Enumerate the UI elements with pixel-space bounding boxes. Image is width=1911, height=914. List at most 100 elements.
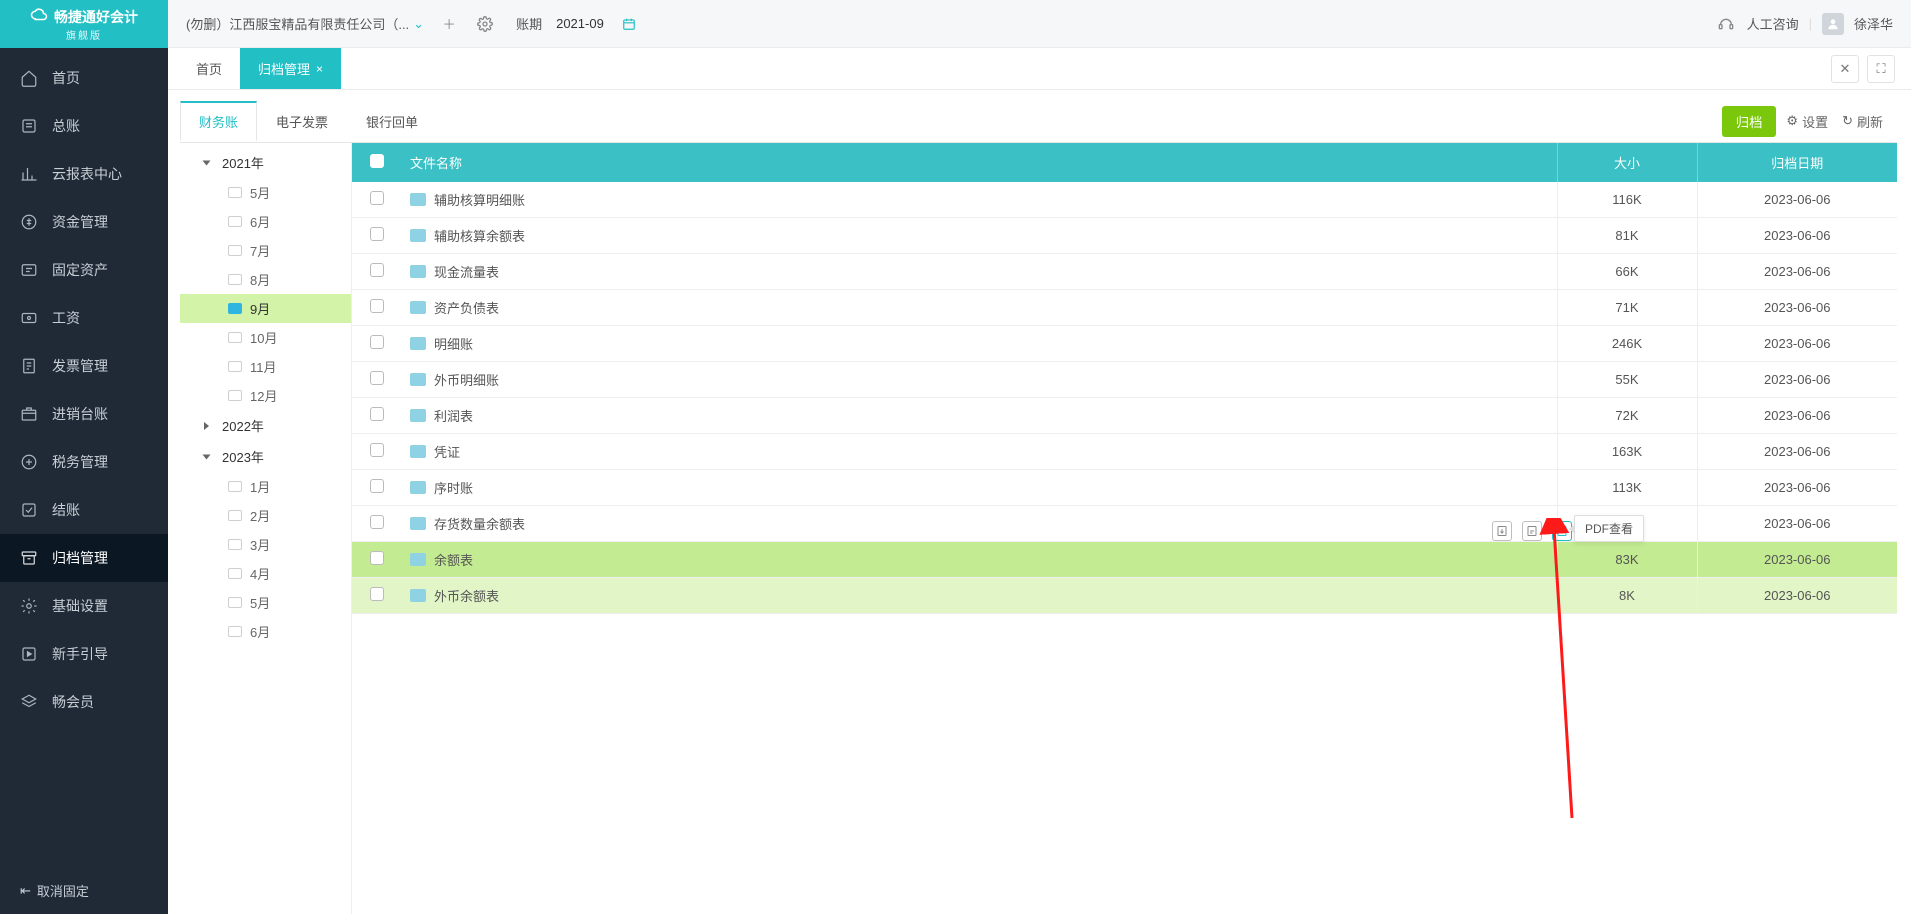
row-checkbox[interactable] — [370, 227, 384, 241]
file-icon — [410, 589, 426, 602]
row-checkbox[interactable] — [370, 299, 384, 313]
tree-month[interactable]: 2月 — [180, 501, 351, 530]
tree-month[interactable]: 9月 — [180, 294, 351, 323]
table-row[interactable]: 外币余额表 8K 2023-06-06 — [352, 578, 1897, 614]
calendar-icon[interactable] — [618, 13, 640, 35]
tree-month[interactable]: 5月 — [180, 178, 351, 207]
table-row[interactable]: 外币明细账 55K 2023-06-06 — [352, 362, 1897, 398]
row-checkbox[interactable] — [370, 371, 384, 385]
file-name: 外币明细账 — [434, 370, 499, 389]
row-checkbox[interactable] — [370, 443, 384, 457]
close-tab-button[interactable]: ✕ — [1831, 55, 1859, 83]
sidebar-item-2[interactable]: 云报表中心 — [0, 150, 168, 198]
close-icon[interactable]: × — [316, 62, 323, 76]
sidebar-item-label: 资金管理 — [52, 212, 108, 232]
caret-icon — [204, 449, 214, 464]
row-checkbox[interactable] — [370, 479, 384, 493]
archive-button[interactable]: 归档 — [1722, 106, 1777, 137]
tree-month[interactable]: 8月 — [180, 265, 351, 294]
sidebar-item-13[interactable]: 畅会员 — [0, 678, 168, 726]
sidebar-item-9[interactable]: 结账 — [0, 486, 168, 534]
tree-month[interactable]: 3月 — [180, 530, 351, 559]
subtab-1[interactable]: 电子发票 — [257, 101, 347, 141]
row-checkbox[interactable] — [370, 551, 384, 565]
sidebar-item-3[interactable]: 资金管理 — [0, 198, 168, 246]
refresh-link[interactable]: ↻ 刷新 — [1842, 112, 1883, 131]
table-row[interactable]: 资产负债表 71K 2023-06-06 — [352, 290, 1897, 326]
tree-month[interactable]: 1月 — [180, 472, 351, 501]
table-row[interactable]: 凭证 163K 2023-06-06 — [352, 434, 1897, 470]
file-name: 凭证 — [434, 442, 460, 461]
sidebar-item-8[interactable]: 税务管理 — [0, 438, 168, 486]
row-checkbox[interactable] — [370, 335, 384, 349]
sidebar-item-4[interactable]: 固定资产 — [0, 246, 168, 294]
tree-month[interactable]: 5月 — [180, 588, 351, 617]
table-row[interactable]: 明细账 246K 2023-06-06 — [352, 326, 1897, 362]
settings-link[interactable]: ⚙ 设置 — [1786, 112, 1828, 131]
chevron-down-icon: ⌄ — [413, 16, 424, 32]
sidebar-item-1[interactable]: 总账 — [0, 102, 168, 150]
cloud-icon — [30, 6, 48, 27]
file-size: 72K — [1557, 398, 1697, 434]
tree-month[interactable]: 6月 — [180, 207, 351, 236]
file-table: 文件名称 大小 归档日期 辅助核算明细账 116K 2023-06-06 辅助核… — [352, 143, 1897, 614]
add-button[interactable]: ＋ — [438, 13, 460, 35]
file-icon — [410, 229, 426, 242]
tree-year[interactable]: 2021年 — [180, 147, 351, 178]
table-row[interactable]: 现金流量表 66K 2023-06-06 — [352, 254, 1897, 290]
download-excel-icon[interactable] — [1492, 521, 1512, 541]
page-tab-1[interactable]: 归档管理× — [240, 48, 341, 89]
support-label[interactable]: 人工咨询 — [1747, 14, 1799, 33]
table-row[interactable]: 存货数量余额表 62K 2023-06-06 — [352, 506, 1897, 542]
sidebar-item-0[interactable]: 首页 — [0, 54, 168, 102]
archive-date: 2023-06-06 — [1697, 398, 1897, 434]
table-row[interactable]: 利润表 72K 2023-06-06 — [352, 398, 1897, 434]
tree-year[interactable]: 2023年 — [180, 441, 351, 472]
brand-header: 畅捷通好会计 旗舰版 — [0, 0, 168, 48]
file-name: 资产负债表 — [434, 298, 499, 317]
sidebar-item-5[interactable]: 工资 — [0, 294, 168, 342]
subtab-2[interactable]: 银行回单 — [347, 101, 437, 141]
fullscreen-button[interactable]: ⛶ — [1867, 55, 1895, 83]
tree-month[interactable]: 6月 — [180, 617, 351, 646]
sidebar-item-10[interactable]: 归档管理 — [0, 534, 168, 582]
support-icon[interactable] — [1715, 13, 1737, 35]
table-row[interactable]: 辅助核算余额表 81K 2023-06-06 — [352, 218, 1897, 254]
sidebar-item-label: 归档管理 — [52, 548, 108, 568]
row-checkbox[interactable] — [370, 191, 384, 205]
table-row[interactable]: 序时账 113K 2023-06-06 — [352, 470, 1897, 506]
archive-date: 2023-06-06 — [1697, 254, 1897, 290]
tree-month[interactable]: 10月 — [180, 323, 351, 352]
gear-icon[interactable] — [474, 13, 496, 35]
row-checkbox[interactable] — [370, 407, 384, 421]
sidebar-item-12[interactable]: 新手引导 — [0, 630, 168, 678]
file-icon — [410, 553, 426, 566]
avatar-icon[interactable] — [1822, 13, 1844, 35]
archive-date: 2023-06-06 — [1697, 218, 1897, 254]
table-row[interactable]: 余额表 83K 2023-06-06 — [352, 542, 1897, 578]
sidebar: 畅捷通好会计 旗舰版 首页总账云报表中心资金管理固定资产工资发票管理进销台账税务… — [0, 0, 168, 914]
page-tab-0[interactable]: 首页 — [178, 48, 240, 89]
sidebar-item-6[interactable]: 发票管理 — [0, 342, 168, 390]
column-date: 归档日期 — [1697, 143, 1897, 182]
row-checkbox[interactable] — [370, 515, 384, 529]
company-selector[interactable]: (勿删）江西服宝精品有限责任公司（... ⌄ — [186, 14, 424, 33]
table-row[interactable]: 辅助核算明细账 116K 2023-06-06 — [352, 182, 1897, 218]
tree-month[interactable]: 4月 — [180, 559, 351, 588]
folder-icon — [228, 361, 242, 372]
select-all-checkbox[interactable] — [370, 154, 384, 168]
row-checkbox[interactable] — [370, 263, 384, 277]
download-pdf-icon[interactable] — [1522, 521, 1542, 541]
row-checkbox[interactable] — [370, 587, 384, 601]
sidebar-item-11[interactable]: 基础设置 — [0, 582, 168, 630]
tree-month[interactable]: 12月 — [180, 381, 351, 410]
sidebar-item-7[interactable]: 进销台账 — [0, 390, 168, 438]
tree-month[interactable]: 11月 — [180, 352, 351, 381]
gear-icon: ⚙ — [1786, 113, 1798, 129]
tree-year[interactable]: 2022年 — [180, 410, 351, 441]
subtab-0[interactable]: 财务账 — [180, 101, 257, 141]
period-value[interactable]: 2021-09 — [556, 16, 604, 31]
tree-month[interactable]: 7月 — [180, 236, 351, 265]
username[interactable]: 徐泽华 — [1854, 14, 1893, 33]
unpin-button[interactable]: ⇤ 取消固定 — [0, 867, 168, 914]
